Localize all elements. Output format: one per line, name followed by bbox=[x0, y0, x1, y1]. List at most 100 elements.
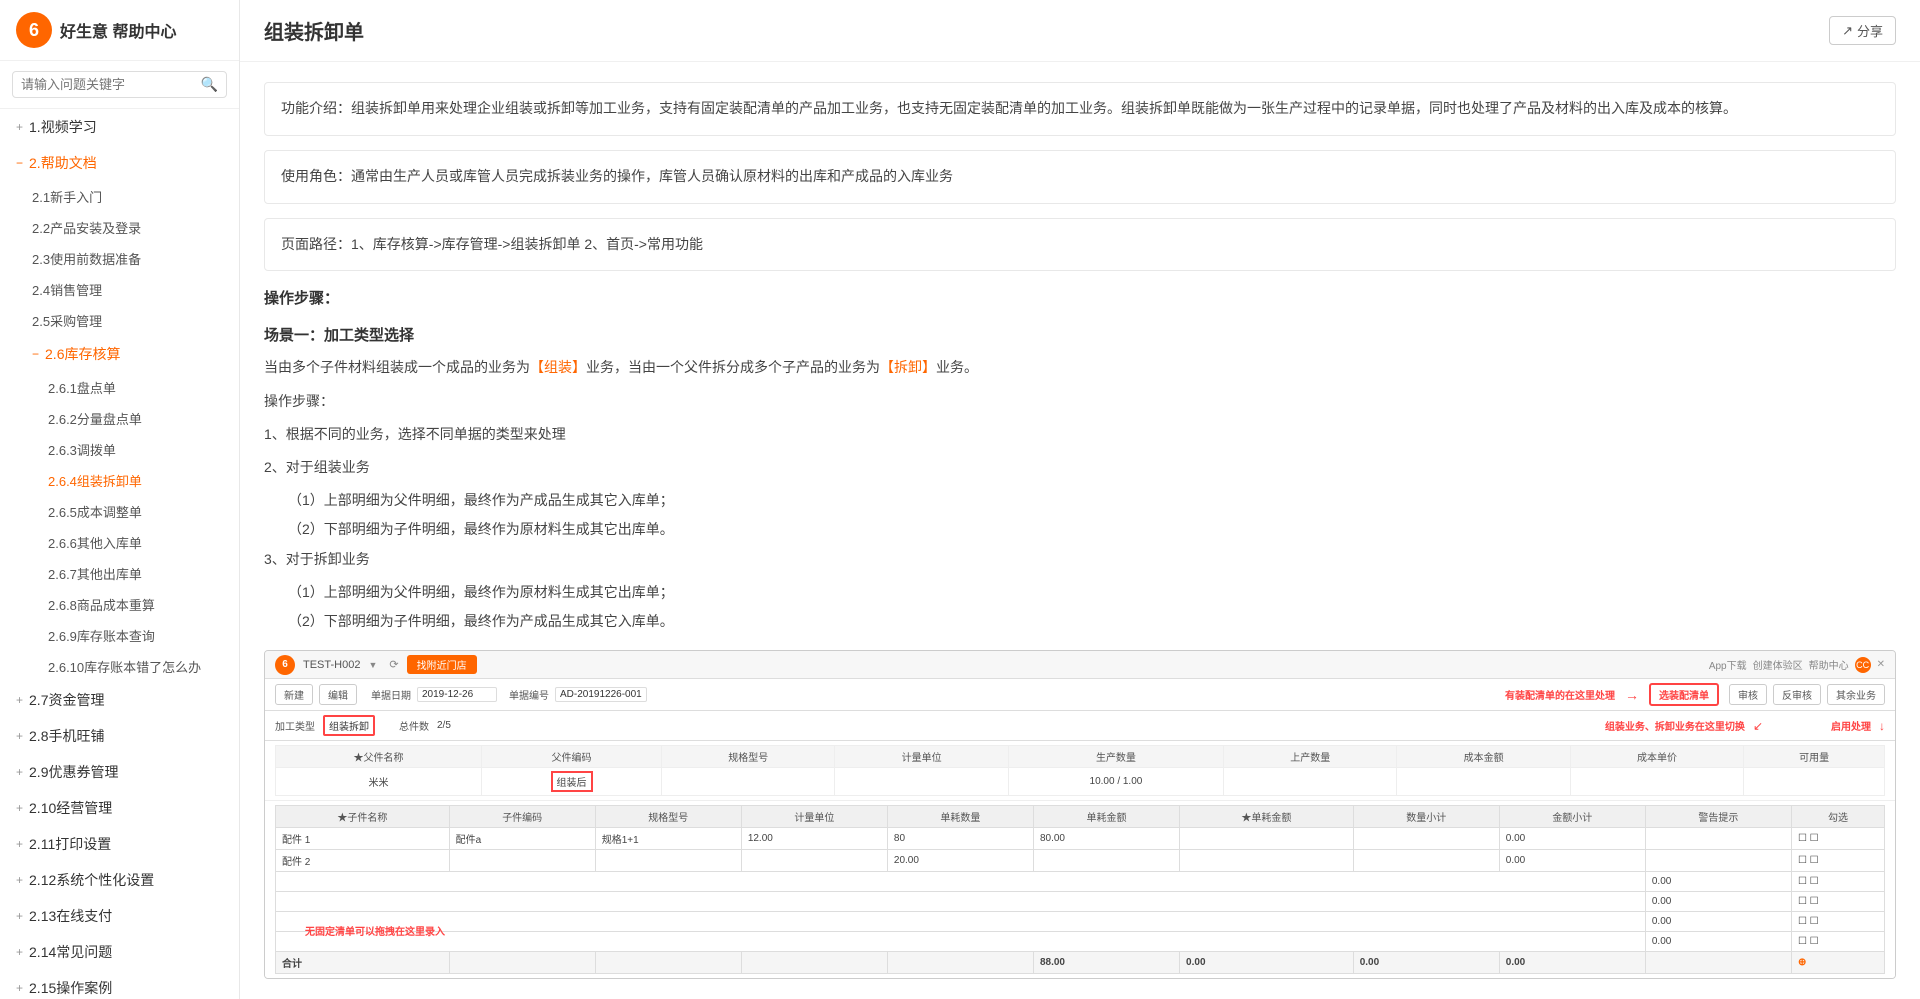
sidebar-item-label: 2.11打印设置 bbox=[29, 834, 111, 854]
sidebar-item-coupon[interactable]: + 2.9优惠券管理 bbox=[0, 754, 239, 790]
sidebar-item-assembly[interactable]: 2.6.4组装拆卸单 bbox=[0, 465, 239, 496]
sidebar-item-print[interactable]: + 2.11打印设置 bbox=[0, 826, 239, 862]
mock-sth-amount-subtotal: 金额小计 bbox=[1499, 806, 1645, 828]
mock-scell-1-amount: 80.00 bbox=[1033, 828, 1179, 850]
mock-number-input[interactable]: AD-20191226-001 bbox=[555, 687, 647, 702]
mock-enable-annotation: 启用处理 bbox=[1831, 718, 1871, 733]
sidebar-item-label: 2.帮助文档 bbox=[29, 153, 97, 173]
step3-sub2-text: （2）下部明细为子件明细，最终作为产成品生成其它入库单。 bbox=[264, 609, 1896, 634]
mock-type-select-highlight[interactable]: 组装后 bbox=[551, 771, 593, 792]
mock-select-assembly-btn[interactable]: 选装配清单 bbox=[1649, 683, 1719, 706]
sidebar-nav: + 1.视频学习 − 2.帮助文档 2.1新手入门 2.2产品安装及登录 2.3… bbox=[0, 109, 239, 999]
mock-scell-1-warn bbox=[1645, 828, 1791, 850]
share-button[interactable]: ↗ 分享 bbox=[1829, 16, 1896, 45]
sidebar-item-newbie[interactable]: 2.1新手入门 bbox=[0, 181, 239, 212]
mock-other-btn[interactable]: 其余业务 bbox=[1827, 684, 1885, 705]
mock-sth-consume-amount: 单耗金额 bbox=[1033, 806, 1179, 828]
sidebar-item-goodscost[interactable]: 2.6.8商品成本重算 bbox=[0, 589, 239, 620]
sidebar-item-stocktake[interactable]: 2.6.1盘点单 bbox=[0, 372, 239, 403]
mock-cell-parent-name: 米米 bbox=[276, 768, 482, 796]
mock-lower-row-2: 配件 2 20.00 0.00 ☐ ☐ bbox=[276, 850, 1885, 872]
mock-app-id: TEST-H002 bbox=[303, 659, 360, 671]
expand-icon: + bbox=[16, 873, 23, 887]
mock-scell-1-code: 配件a bbox=[449, 828, 595, 850]
screenshot-container: 6 TEST-H002 ▼ ⟳ 找附近门店 App下载 创建体验区 帮助中心 C… bbox=[264, 650, 1896, 979]
mock-toolbar-wrapper: 新建 编辑 单据日期 2019-12-26 单据编号 AD-20191226-0… bbox=[265, 679, 1895, 711]
sidebar-item-otherin[interactable]: 2.6.6其他入库单 bbox=[0, 527, 239, 558]
sidebar-item-label: 2.10经营管理 bbox=[29, 798, 112, 818]
page-title: 组装拆卸单 bbox=[264, 16, 364, 45]
mock-cell-parent-code: 组装后 bbox=[482, 768, 662, 796]
sidebar-item-purchase[interactable]: 2.5采购管理 bbox=[0, 305, 239, 336]
sidebar-item-install[interactable]: 2.2产品安装及登录 bbox=[0, 212, 239, 243]
sidebar-item-wrongaccount[interactable]: 2.6.10库存账本错了怎么办 bbox=[0, 651, 239, 682]
sidebar-item-otherout[interactable]: 2.6.7其他出库单 bbox=[0, 558, 239, 589]
mock-upper-table-wrapper: ★父件名称 父件编码 规格型号 计量单位 生产数量 上产数量 成本金额 成本单价… bbox=[265, 741, 1895, 801]
sidebar-item-label: 2.14常见问题 bbox=[29, 942, 112, 962]
mock-th-spec: 规格型号 bbox=[662, 746, 835, 768]
mock-date-input[interactable]: 2019-12-26 bbox=[417, 687, 497, 702]
step3-text: 3、对于拆卸业务 bbox=[264, 547, 1896, 572]
mock-date-label: 单据日期 bbox=[371, 687, 411, 702]
sidebar-item-fund[interactable]: + 2.7资金管理 bbox=[0, 682, 239, 718]
search-icon[interactable]: 🔍 bbox=[201, 76, 218, 93]
mock-count-value: 2/5 bbox=[437, 720, 451, 731]
mock-scell-1-consume: 80 bbox=[887, 828, 1033, 850]
sidebar-item-data[interactable]: 2.3使用前数据准备 bbox=[0, 243, 239, 274]
mock-lower-row-4: 0.00 ☐ ☐ bbox=[276, 892, 1885, 912]
mock-second-toolbar: 加工类型 组装拆卸 总件数 2/5 组装业务、拆卸业务在这里切换 ↙ 启用处理 … bbox=[265, 711, 1895, 741]
sidebar-item-sales[interactable]: 2.4销售管理 bbox=[0, 274, 239, 305]
mock-scell-2-code bbox=[449, 850, 595, 872]
mock-sth-unit: 计量单位 bbox=[741, 806, 887, 828]
sidebar-item-splitstock[interactable]: 2.6.2分量盘点单 bbox=[0, 403, 239, 434]
mock-empty-row-4 bbox=[276, 892, 1646, 912]
mock-nearby-btn[interactable]: 找附近门店 bbox=[407, 655, 477, 674]
expand-icon: + bbox=[16, 693, 23, 707]
sidebar-item-cases[interactable]: + 2.15操作案例 bbox=[0, 970, 239, 999]
sidebar-item-mobile[interactable]: + 2.8手机旺铺 bbox=[0, 718, 239, 754]
mock-topbar: 6 TEST-H002 ▼ ⟳ 找附近门店 App下载 创建体验区 帮助中心 C… bbox=[265, 651, 1895, 679]
search-input[interactable] bbox=[21, 77, 201, 92]
mock-scell-4-total: 0.00 bbox=[1645, 892, 1791, 912]
sidebar-item-payment[interactable]: + 2.13在线支付 bbox=[0, 898, 239, 934]
sidebar-item-cost[interactable]: 2.6.5成本调整单 bbox=[0, 496, 239, 527]
mock-type-select[interactable]: 组装拆卸 bbox=[323, 715, 375, 736]
mock-audit-btn[interactable]: 审核 bbox=[1729, 684, 1767, 705]
mock-edit-btn[interactable]: 编辑 bbox=[319, 684, 357, 705]
mock-th-produce-qty2: 上产数量 bbox=[1224, 746, 1397, 768]
mock-footer-4 bbox=[741, 952, 887, 974]
logo-icon: 6 bbox=[16, 12, 52, 48]
steps-main-title: 操作步骤： bbox=[264, 287, 1896, 308]
mock-scell-1-amount2 bbox=[1180, 828, 1354, 850]
sidebar-item-docs[interactable]: − 2.帮助文档 bbox=[0, 145, 239, 181]
sidebar-item-faq[interactable]: + 2.14常见问题 bbox=[0, 934, 239, 970]
mock-scell-2-warn bbox=[1645, 850, 1791, 872]
mock-scell-1-spec: 规格1+1 bbox=[595, 828, 741, 850]
mock-footer-5 bbox=[887, 952, 1033, 974]
mock-lower-row-1: 配件 1 配件a 规格1+1 12.00 80 80.00 0.00 ☐ bbox=[276, 828, 1885, 850]
sidebar-item-inventory[interactable]: − 2.6库存核算 bbox=[0, 336, 239, 372]
search-box[interactable]: 🔍 bbox=[0, 61, 239, 109]
mock-lower-row-6: 0.00 ☐ ☐ bbox=[276, 932, 1885, 952]
mock-cell-produce: 10.00 / 1.00 bbox=[1008, 768, 1223, 796]
mock-unaudit-btn[interactable]: 反审核 bbox=[1773, 684, 1821, 705]
mock-footer-10 bbox=[1645, 952, 1791, 974]
mock-empty-row-3 bbox=[276, 872, 1646, 892]
sidebar-item-stockcheck[interactable]: 2.6.9库存账本查询 bbox=[0, 620, 239, 651]
mock-sth-consume-qty: 单耗数量 bbox=[887, 806, 1033, 828]
mock-sth-child-code: 子件编码 bbox=[449, 806, 595, 828]
expand-icon: + bbox=[16, 837, 23, 851]
sidebar-item-video[interactable]: + 1.视频学习 bbox=[0, 109, 239, 145]
step1-text: 1、根据不同的业务，选择不同单据的类型来处理 bbox=[264, 422, 1896, 447]
main-content: 组装拆卸单 ↗ 分享 功能介绍：组装拆卸单用来处理企业组装或拆卸等加工业务，支持… bbox=[240, 0, 1920, 999]
sidebar-item-customize[interactable]: + 2.12系统个性化设置 bbox=[0, 862, 239, 898]
mock-scell-2-amount bbox=[1033, 850, 1179, 872]
role-intro-text: 使用角色：通常由生产人员或库管人员完成拆装业务的操作，库管人员确认原材料的出库和… bbox=[281, 168, 953, 184]
mock-sth-warning: 警告提示 bbox=[1645, 806, 1791, 828]
step2-text: 2、对于组装业务 bbox=[264, 455, 1896, 480]
sidebar-item-adjust[interactable]: 2.6.3调拨单 bbox=[0, 434, 239, 465]
main-header: 组装拆卸单 ↗ 分享 bbox=[240, 0, 1920, 62]
mock-annotation2-text: 组装业务、拆卸业务在这里切换 bbox=[1605, 718, 1745, 733]
mock-new-btn[interactable]: 新建 bbox=[275, 684, 313, 705]
sidebar-item-operation[interactable]: + 2.10经营管理 bbox=[0, 790, 239, 826]
